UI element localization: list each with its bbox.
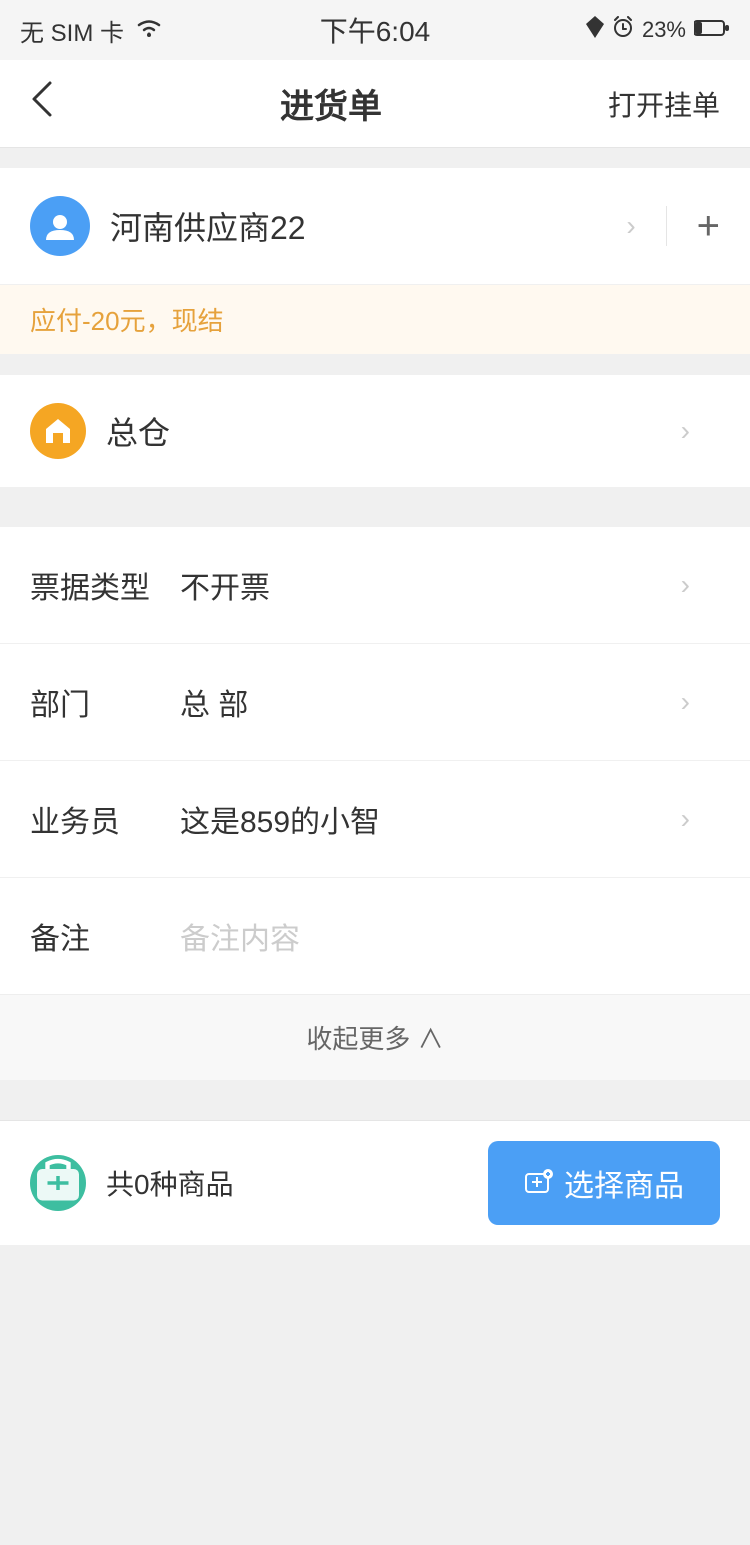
supplier-row[interactable]: 河南供应商22 › + [0,168,750,285]
remark-label: 备注 [30,914,160,958]
dept-label: 部门 [30,680,160,724]
form-section: 票据类型 不开票 › 部门 总 部 › 业务员 这是859的小智 › 备注 备注… [0,527,750,994]
status-time: 下午6:04 [320,10,431,50]
warehouse-icon [30,403,86,459]
supplier-name: 河南供应商22 [110,203,626,249]
select-product-button[interactable]: 选择商品 [488,1141,720,1225]
invoice-chevron-icon: › [681,569,690,601]
sales-row[interactable]: 业务员 这是859的小智 › [0,761,750,878]
section-divider-2 [0,354,750,374]
payment-notice: 应付-20元，现结 [0,285,750,354]
product-count: 共0种商品 [106,1163,488,1203]
remark-row[interactable]: 备注 备注内容 [0,878,750,994]
invoice-row[interactable]: 票据类型 不开票 › [0,527,750,644]
section-divider-3 [0,487,750,507]
dept-value: 总 部 [160,680,681,724]
battery-label: 23% [642,17,686,43]
location-icon [586,16,604,44]
sales-value: 这是859的小智 [160,797,681,841]
supplier-section: 河南供应商22 › + 应付-20元，现结 [0,168,750,354]
sales-label: 业务员 [30,797,160,841]
section-divider-1 [0,148,750,168]
nav-bar: 进货单 打开挂单 [0,60,750,148]
warehouse-chevron-icon: › [681,415,690,447]
dept-row[interactable]: 部门 总 部 › [0,644,750,761]
status-right: 23% [586,16,730,44]
wifi-icon [134,16,164,45]
gray-background [0,1245,750,1545]
back-button[interactable] [30,79,54,128]
status-bar: 无 SIM 卡 下午6:04 23% [0,0,750,60]
warehouse-section: 总仓 › [0,374,750,487]
battery-icon [694,17,730,43]
warehouse-name: 总仓 [106,408,681,454]
supplier-avatar [30,196,90,256]
invoice-value: 不开票 [160,563,681,607]
status-left: 无 SIM 卡 [20,13,164,48]
select-product-label: 选择商品 [564,1161,684,1205]
dept-chevron-icon: › [681,686,690,718]
add-supplier-button[interactable]: + [697,204,720,249]
bottom-bar: 共0种商品 选择商品 [0,1120,750,1245]
warehouse-row[interactable]: 总仓 › [0,374,750,487]
carrier-label: 无 SIM 卡 [20,13,124,48]
page-title: 进货单 [280,79,382,128]
remark-input[interactable]: 备注内容 [160,914,720,958]
open-pending-button[interactable]: 打开挂单 [608,84,720,124]
alarm-icon [612,16,634,44]
vertical-divider [666,206,667,246]
section-divider-4 [0,1080,750,1100]
product-icon [30,1155,86,1211]
sales-chevron-icon: › [681,803,690,835]
invoice-label: 票据类型 [30,563,160,607]
collapse-button[interactable]: 收起更多 ∧ [0,994,750,1080]
supplier-chevron-icon: › [626,210,635,242]
